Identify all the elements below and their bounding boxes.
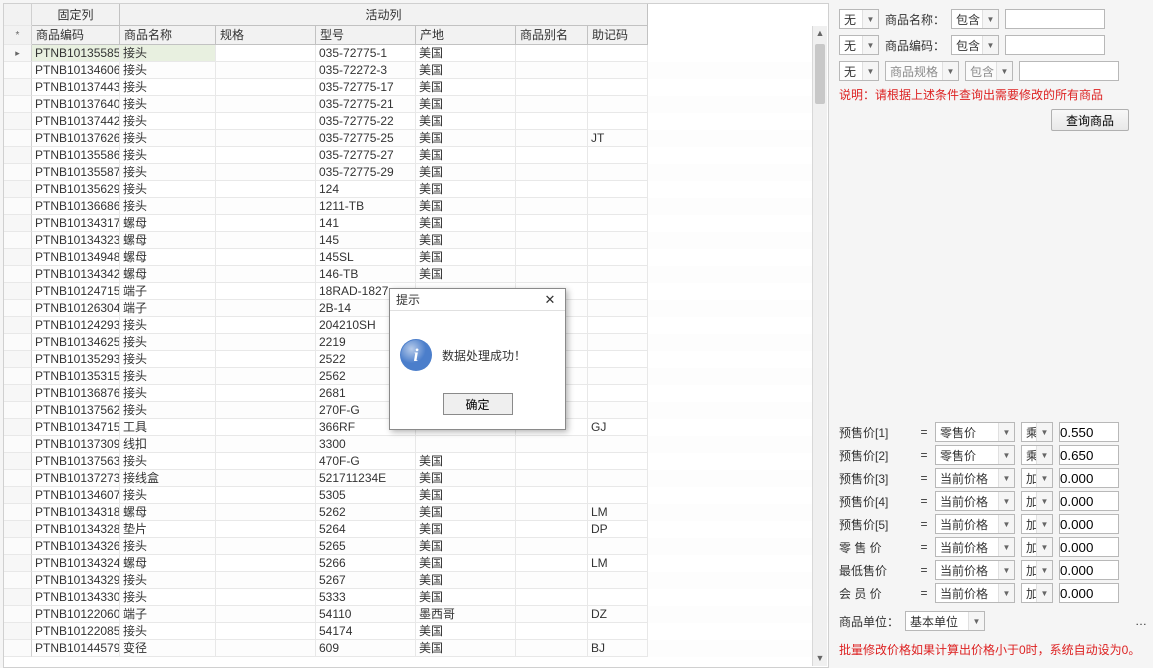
dialog-title: 提示 <box>396 291 420 308</box>
dialog: 提示 ✕ 数据处理成功！ 确定 <box>389 288 566 430</box>
dialog-message: 数据处理成功！ <box>442 347 526 364</box>
modal-mask: 提示 ✕ 数据处理成功！ 确定 <box>0 0 1153 668</box>
app-root: 固定列 活动列 商品编码商品名称规格型号产地商品别名助记码 PTNB101355… <box>0 0 1153 668</box>
ok-button[interactable]: 确定 <box>443 393 513 415</box>
dialog-titlebar[interactable]: 提示 ✕ <box>390 289 565 311</box>
close-icon[interactable]: ✕ <box>541 291 559 309</box>
info-icon <box>400 339 432 371</box>
